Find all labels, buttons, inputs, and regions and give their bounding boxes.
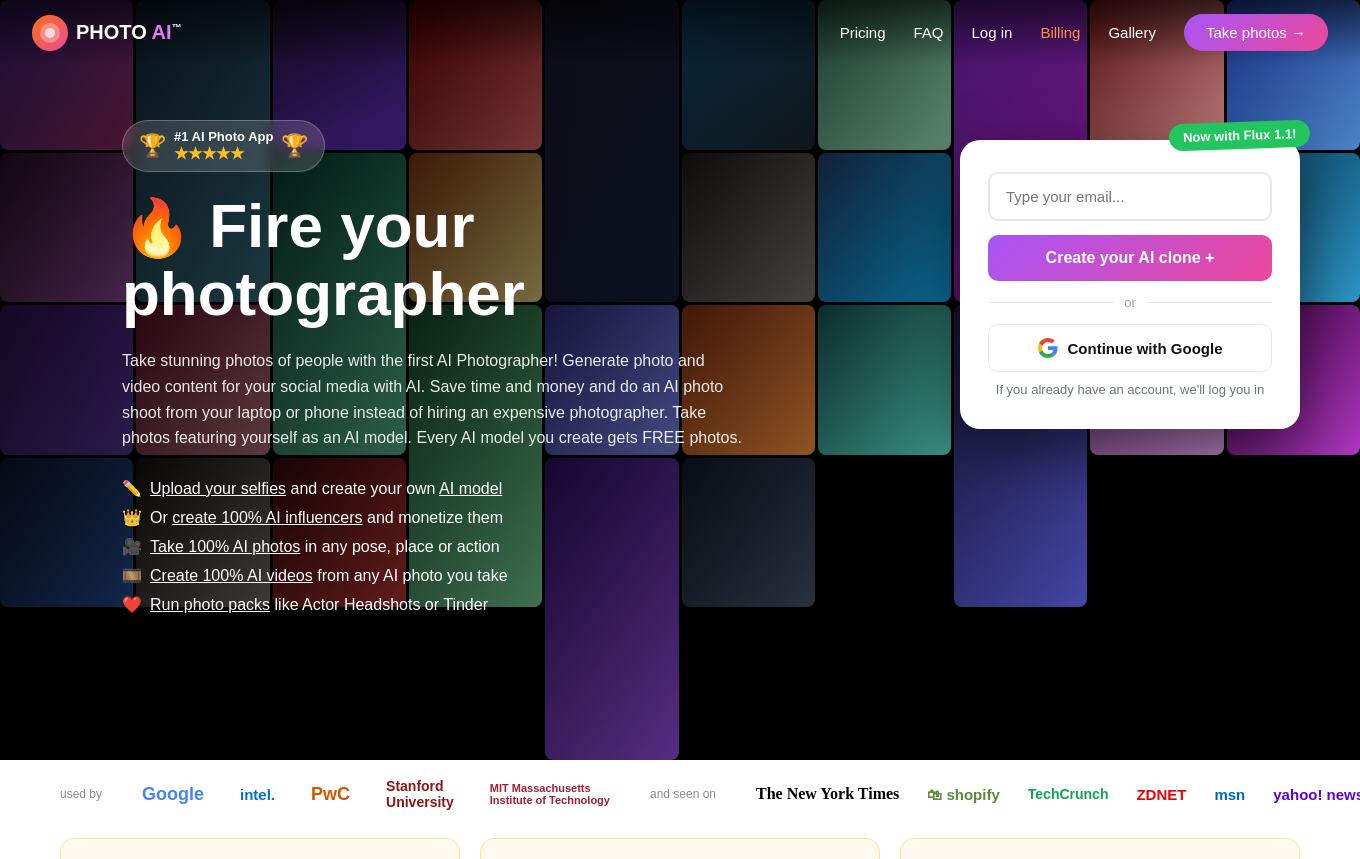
testimonials-section: "Photo AI is making money by by @levelsi…	[0, 828, 1360, 859]
bullet-videos: 🎞️ Create 100% AI videos from any AI pho…	[122, 566, 742, 585]
email-input[interactable]	[988, 172, 1272, 221]
shopify-brand-logo: 🛍 shopify	[927, 786, 1000, 803]
hero-description: Take stunning photos of people with the …	[122, 348, 742, 450]
flux-badge: Now with Flux 1.1!	[1168, 120, 1310, 152]
google-btn-label: Continue with Google	[1068, 340, 1223, 357]
signup-card: Now with Flux 1.1! Create your AI clone …	[960, 140, 1300, 429]
testimonial-card-3: "Photo AI will be able to	[900, 838, 1300, 859]
nyt-brand-logo: The New York Times	[756, 785, 899, 803]
logo-text: PHOTO AI™	[76, 21, 182, 44]
hero-bullets-list: ✏️ Upload your selfies and create your o…	[122, 479, 742, 614]
nav-cta-button[interactable]: Take photos →	[1184, 14, 1328, 51]
badge-label: #1 AI Photo App ★★★★★	[174, 129, 273, 163]
msn-brand-logo: msn	[1214, 786, 1245, 803]
stanford-brand-logo: StanfordUniversity	[386, 778, 454, 810]
ai-influencers-link[interactable]: create 100% AI influencers	[172, 509, 362, 526]
hero-left: 🏆 #1 AI Photo App ★★★★★ 🏆 🔥 Fire your ph…	[122, 90, 742, 614]
take-photos-link[interactable]: Take 100% AI photos	[150, 538, 300, 555]
create-videos-link[interactable]: Create 100% AI videos	[150, 567, 313, 584]
login-hint: If you already have an account, we'll lo…	[988, 382, 1272, 397]
bullet-upload: ✏️ Upload your selfies and create your o…	[122, 479, 742, 498]
brand-logos-used-by: Google intel. PwC StanfordUniversity MIT…	[142, 778, 610, 810]
yahoo-brand-logo: yahoo! news	[1273, 786, 1360, 803]
bullet-icon: 🎞️	[122, 566, 142, 585]
or-divider: or	[988, 295, 1272, 310]
google-signin-button[interactable]: Continue with Google	[988, 324, 1272, 372]
laurel-left-icon: 🏆	[139, 133, 166, 159]
nav-pricing[interactable]: Pricing	[840, 24, 886, 41]
upload-selfies-link[interactable]: Upload your selfies	[150, 480, 286, 497]
brand-logos-seen-on: The New York Times 🛍 shopify TechCrunch …	[756, 785, 1360, 803]
svg-point-2	[45, 28, 55, 38]
photo-packs-link[interactable]: Run photo packs	[150, 596, 270, 613]
bullet-icon: 🎥	[122, 537, 142, 556]
testimonial-card-2: "Photo AI can help content	[480, 838, 880, 859]
logo[interactable]: PHOTO AI™	[32, 15, 182, 51]
zdnet-brand-logo: ZDNET	[1136, 786, 1186, 803]
bullet-photos: 🎥 Take 100% AI photos in any pose, place…	[122, 537, 742, 556]
laurel-right-icon: 🏆	[281, 133, 308, 159]
hero-title: 🔥 Fire your photographer	[122, 192, 742, 328]
navbar: PHOTO AI™ Pricing FAQ Log in Billing Gal…	[0, 0, 1360, 65]
intel-brand-logo: intel.	[240, 786, 275, 803]
mit-brand-logo: MIT MassachusettsInstitute of Technology	[490, 782, 610, 806]
bullet-icon: ❤️	[122, 595, 142, 614]
nav-login[interactable]: Log in	[972, 24, 1013, 41]
nav-gallery[interactable]: Gallery	[1108, 24, 1156, 41]
ai-model-link[interactable]: AI model	[439, 480, 502, 497]
logo-icon	[32, 15, 68, 51]
used-by-label: used by	[60, 787, 102, 801]
hero-content: 🏆 #1 AI Photo App ★★★★★ 🏆 🔥 Fire your ph…	[0, 0, 1360, 760]
bullet-packs: ❤️ Run photo packs like Actor Headshots …	[122, 595, 742, 614]
bullet-icon: ✏️	[122, 479, 142, 498]
bullet-influencer: 👑 Or create 100% AI influencers and mone…	[122, 508, 742, 527]
techcrunch-brand-logo: TechCrunch	[1028, 786, 1109, 802]
hero-section: 🏆 #1 AI Photo App ★★★★★ 🏆 🔥 Fire your ph…	[0, 0, 1360, 760]
pwc-brand-logo: PwC	[311, 784, 350, 805]
create-clone-button[interactable]: Create your AI clone +	[988, 235, 1272, 281]
brand-bar: used by Google intel. PwC StanfordUniver…	[0, 760, 1360, 828]
bullet-icon: 👑	[122, 508, 142, 527]
google-brand-logo: Google	[142, 784, 204, 805]
nav-links: Pricing FAQ Log in Billing Gallery Take …	[840, 14, 1328, 51]
nav-billing[interactable]: Billing	[1040, 24, 1080, 41]
seen-on-label: and seen on	[650, 787, 716, 801]
testimonial-card-1: "Photo AI is making money by by @levelsi…	[60, 838, 460, 859]
nav-faq[interactable]: FAQ	[914, 24, 944, 41]
award-badge: 🏆 #1 AI Photo App ★★★★★ 🏆	[122, 120, 742, 172]
google-icon	[1038, 338, 1058, 358]
